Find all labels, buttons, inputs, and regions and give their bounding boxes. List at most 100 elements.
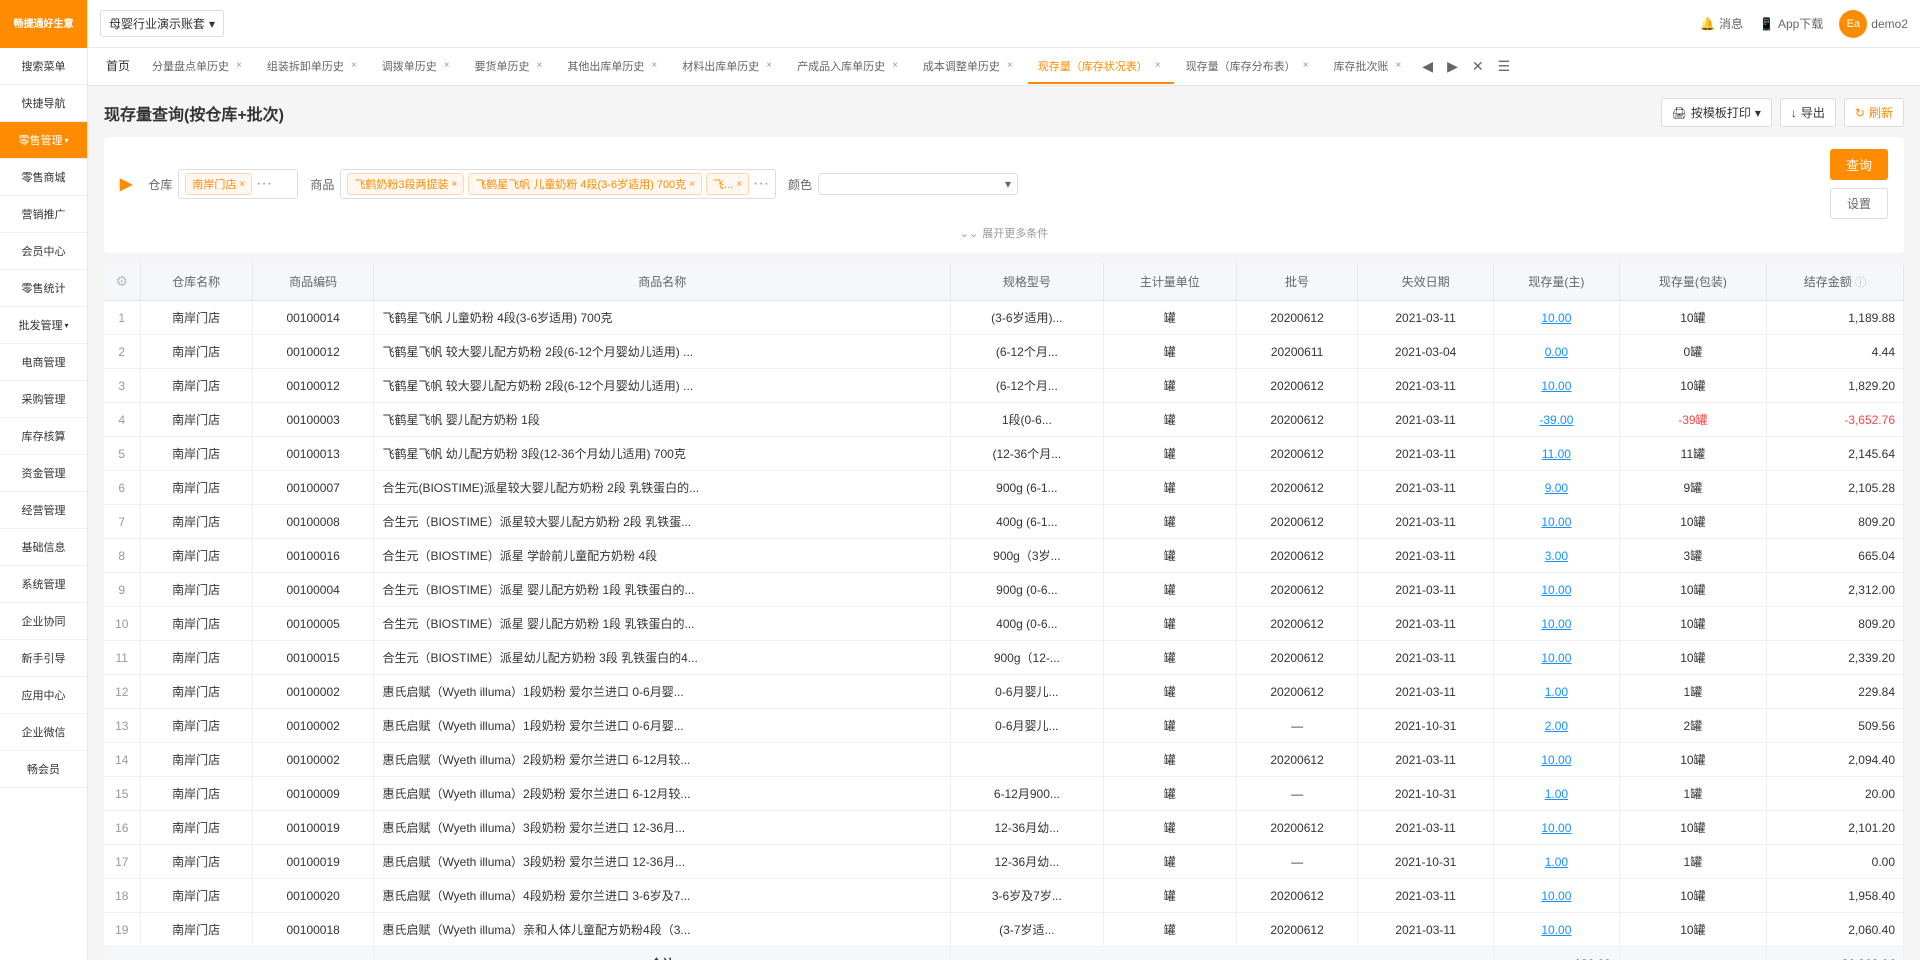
cell-stock-main[interactable]: 10.00 xyxy=(1493,607,1619,641)
sidebar-item-retail-mgmt[interactable]: 零售管理▾ xyxy=(0,122,87,159)
cell-unit: 罐 xyxy=(1103,437,1236,471)
sidebar-item-inventory-audit[interactable]: 库存核算 xyxy=(0,418,87,455)
tab-product-in-history[interactable]: 产成品入库单历史× xyxy=(787,50,911,84)
warehouse-input[interactable]: 南岸门店× ··· xyxy=(178,169,298,199)
user-profile[interactable]: Ea demo2 xyxy=(1839,10,1908,38)
sidebar-item-enterprise-collab[interactable]: 企业协同 xyxy=(0,603,87,640)
sidebar-item-quick-nav[interactable]: 快捷导航 xyxy=(0,85,87,122)
cell-stock-main[interactable]: 1.00 xyxy=(1493,675,1619,709)
sidebar-item-enterprise-wechat[interactable]: 企业微信 xyxy=(0,714,87,751)
template-print-btn[interactable]: 🖨 按模板打印 ▾ xyxy=(1661,98,1772,127)
tab-close-icon[interactable]: × xyxy=(1392,59,1404,72)
tab-pick-history[interactable]: 调拨单历史× xyxy=(372,50,463,84)
sidebar-item-system-mgmt[interactable]: 系统管理 xyxy=(0,566,87,603)
product-dots[interactable]: ··· xyxy=(753,175,769,193)
sidebar-item-member-card[interactable]: 畅会员 xyxy=(0,751,87,788)
th-expiry: 失效日期 xyxy=(1358,263,1493,301)
cell-stock-main[interactable]: 2.00 xyxy=(1493,709,1619,743)
sidebar-item-finance-mgmt[interactable]: 资金管理 xyxy=(0,455,87,492)
tab-other-out-history[interactable]: 其他出库单历史× xyxy=(557,50,670,84)
cell-stock-main[interactable]: 11.00 xyxy=(1493,437,1619,471)
cell-stock-main[interactable]: 10.00 xyxy=(1493,913,1619,947)
tab-scroll-left[interactable]: ◀ xyxy=(1416,54,1439,79)
sidebar-item-operation-mgmt[interactable]: 经营管理 xyxy=(0,492,87,529)
tab-close-icon[interactable]: × xyxy=(1300,59,1312,72)
cell-stock-main[interactable]: 9.00 xyxy=(1493,471,1619,505)
tab-close-all[interactable]: ✕ xyxy=(1466,54,1490,79)
sidebar-item-search-single[interactable]: 搜索菜单 xyxy=(0,48,87,85)
tab-close-icon[interactable]: × xyxy=(763,59,775,72)
filter-expand-btn[interactable]: ▶ xyxy=(120,174,132,194)
tab-inventory-batch[interactable]: 库存批次账× xyxy=(1323,50,1414,84)
product-tag-more-remove[interactable]: × xyxy=(736,179,742,190)
cell-stock-main[interactable]: 10.00 xyxy=(1493,641,1619,675)
tab-inventory-dist[interactable]: 现存量（库存分布表）× xyxy=(1176,50,1322,84)
sidebar-item-wholesale-mgmt[interactable]: 批发管理▾ xyxy=(0,307,87,344)
tab-close-icon[interactable]: × xyxy=(889,59,901,72)
tab-home[interactable]: 首页 xyxy=(96,49,140,84)
cell-stock-main[interactable]: 10.00 xyxy=(1493,573,1619,607)
tab-close-icon[interactable]: × xyxy=(1152,59,1164,72)
export-btn[interactable]: ↓ 导出 xyxy=(1780,98,1836,127)
th-settings[interactable]: ⚙ xyxy=(104,263,140,301)
cell-stock-main[interactable]: 10.00 xyxy=(1493,879,1619,913)
balance-info-icon[interactable]: ⓘ xyxy=(1855,277,1866,289)
tab-close-icon[interactable]: × xyxy=(348,59,360,72)
expand-more-conditions[interactable]: ⌄⌄ 展开更多条件 xyxy=(120,225,1888,241)
sidebar-item-member-center[interactable]: 会员中心 xyxy=(0,233,87,270)
tab-material-out-history[interactable]: 材料出库单历史 × xyxy=(672,50,785,84)
setting-btn[interactable]: 设置 xyxy=(1830,188,1888,219)
sidebar-item-label: 快捷导航 xyxy=(22,95,66,111)
cell-stock-main[interactable]: 0.00 xyxy=(1493,335,1619,369)
th-stock-main: 现存量(主) xyxy=(1493,263,1619,301)
query-btn[interactable]: 查询 xyxy=(1830,149,1888,180)
tab-split-inventory-history[interactable]: 分量盘点单历史× xyxy=(142,50,255,84)
tab-menu[interactable]: ☰ xyxy=(1492,54,1517,79)
tab-scroll-right[interactable]: ▶ xyxy=(1441,54,1464,79)
cell-stock-main[interactable]: 10.00 xyxy=(1493,743,1619,777)
sidebar-item-ecommerce-mgmt[interactable]: 电商管理 xyxy=(0,344,87,381)
cell-stock-main[interactable]: 1.00 xyxy=(1493,777,1619,811)
product-tag-remove-1[interactable]: × xyxy=(689,179,695,190)
warehouse-tag-remove[interactable]: × xyxy=(239,179,245,190)
tab-close-icon[interactable]: × xyxy=(233,59,245,72)
cell-stock-main[interactable]: -39.00 xyxy=(1493,403,1619,437)
message-btn[interactable]: 🔔 消息 xyxy=(1700,15,1743,32)
sidebar-item-app-center[interactable]: 应用中心 xyxy=(0,677,87,714)
sidebar-item-retail-mall[interactable]: 零售商城 xyxy=(0,159,87,196)
cell-stock-main[interactable]: 3.00 xyxy=(1493,539,1619,573)
tab-close-icon[interactable]: × xyxy=(648,59,660,72)
tab-inventory-status[interactable]: 现存量（库存状况表）× xyxy=(1028,50,1174,84)
tab-label: 材料出库单历史 xyxy=(682,58,759,74)
refresh-btn[interactable]: ↻ 刷新 xyxy=(1844,98,1904,127)
tab-cost-adjust-history[interactable]: 成本调整单历史 × xyxy=(913,50,1026,84)
account-dropdown[interactable]: 母婴行业演示账套 ▾ xyxy=(100,10,224,37)
warehouse-dots[interactable]: ··· xyxy=(256,175,272,193)
th-balance: 结存金额 ⓘ xyxy=(1766,263,1903,301)
tab-disassemble-history[interactable]: 组装拆卸单历史× xyxy=(257,50,370,84)
table-row: 8南岸门店00100016合生元（BIOSTIME）派星 学龄前儿童配方奶粉 4… xyxy=(104,539,1904,573)
sidebar-item-new-guide[interactable]: 新手引导 xyxy=(0,640,87,677)
tab-label: 成本调整单历史 xyxy=(923,58,1000,74)
tab-close-icon[interactable]: × xyxy=(534,59,546,72)
cell-stock-main[interactable]: 10.00 xyxy=(1493,369,1619,403)
sidebar-item-purchase-mgmt[interactable]: 采购管理 xyxy=(0,381,87,418)
product-tag-remove-0[interactable]: × xyxy=(451,179,457,190)
color-input[interactable]: ▾ xyxy=(818,173,1018,195)
tab-requisition-history[interactable]: 要货单历史× xyxy=(465,50,556,84)
cell-stock-main[interactable]: 10.00 xyxy=(1493,301,1619,335)
cell-stock-main[interactable]: 1.00 xyxy=(1493,845,1619,879)
cell-stock-main[interactable]: 10.00 xyxy=(1493,505,1619,539)
cell-batch: 20200612 xyxy=(1236,471,1358,505)
product-input[interactable]: 飞鹤奶粉3段两提装×飞鹤星飞帆 儿童奶粉 4段(3-6岁适用) 700克×飞..… xyxy=(340,169,776,199)
settings-icon[interactable]: ⚙ xyxy=(115,273,128,289)
cell-stock-main[interactable]: 10.00 xyxy=(1493,811,1619,845)
cell-warehouse: 南岸门店 xyxy=(140,573,252,607)
tab-close-icon[interactable]: × xyxy=(1004,59,1016,72)
sidebar-item-retail-stats[interactable]: 零售统计 xyxy=(0,270,87,307)
tab-close-icon[interactable]: × xyxy=(441,59,453,72)
sidebar-item-basic-info[interactable]: 基础信息 xyxy=(0,529,87,566)
sidebar-item-marketing[interactable]: 营销推广 xyxy=(0,196,87,233)
cell-spec: 6-12月900... xyxy=(951,777,1104,811)
app-download-btn[interactable]: 📱 App下载 xyxy=(1759,15,1823,32)
